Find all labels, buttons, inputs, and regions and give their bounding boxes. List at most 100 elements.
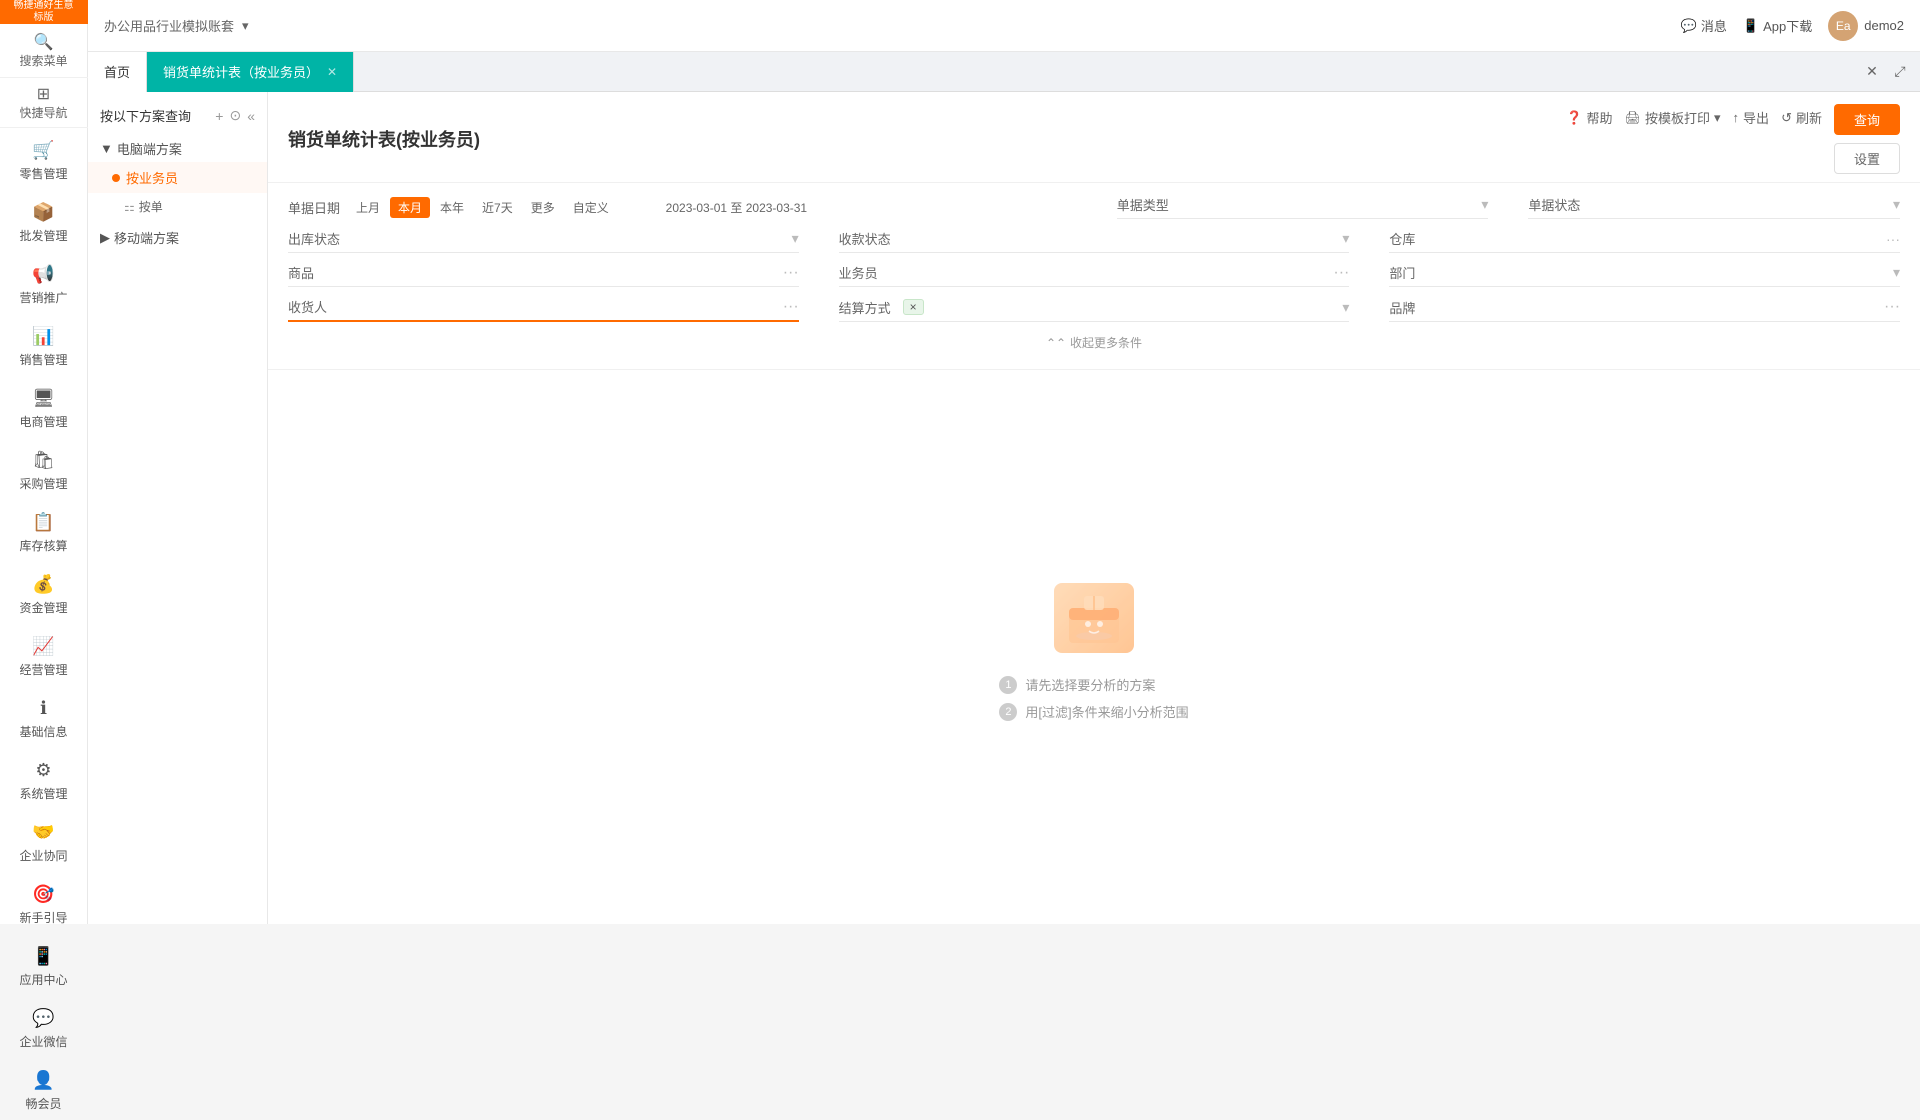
collapse-scheme-icon[interactable]: « bbox=[247, 108, 255, 124]
department-arrow-icon[interactable]: ▾ bbox=[1893, 264, 1900, 281]
help-label: 帮助 bbox=[1586, 108, 1612, 127]
export-button[interactable]: ↑ 导出 bbox=[1733, 108, 1770, 127]
receiver-dots-icon[interactable]: ··· bbox=[783, 298, 799, 316]
sidebar-item-营销推广[interactable]: 📢营销推广 bbox=[0, 252, 88, 314]
sidebar-quicknav[interactable]: ⊞ 快捷导航 bbox=[0, 78, 88, 128]
sidebar-item-系统管理[interactable]: ⚙系统管理 bbox=[0, 748, 88, 810]
sidebar-icon-10: ⚙ bbox=[35, 760, 51, 781]
date-tab-1[interactable]: 本月 bbox=[390, 197, 430, 218]
salesperson-label: 业务员 bbox=[839, 263, 899, 282]
date-tab-5[interactable]: 自定义 bbox=[565, 197, 617, 218]
sidebar-item-库存核算[interactable]: 📋库存核算 bbox=[0, 500, 88, 562]
sidebar-label-12: 新手引导 bbox=[19, 909, 67, 926]
settlement-tag[interactable]: × bbox=[903, 299, 924, 315]
username-label: demo2 bbox=[1864, 18, 1904, 33]
tab-home[interactable]: 首页 bbox=[88, 52, 147, 92]
sidebar-item-企业微信[interactable]: 💬 企业微信 bbox=[0, 996, 88, 1058]
tab-bar: 首页 销货单统计表（按业务员） ✕ ✕ ⤢ bbox=[88, 52, 1920, 92]
sidebar-item-电商管理[interactable]: 🖥电商管理 bbox=[0, 376, 88, 438]
filter-area: 单据日期 上月本月本年近7天更多自定义 2023-03-01 至 2023-03… bbox=[268, 183, 1920, 370]
sidebar-item-基础信息[interactable]: ℹ基础信息 bbox=[0, 686, 88, 748]
sidebar-item-经营管理[interactable]: 📈经营管理 bbox=[0, 624, 88, 686]
app-download-button[interactable]: 📱 App下载 bbox=[1743, 16, 1812, 35]
add-scheme-icon[interactable]: + bbox=[215, 108, 223, 124]
sidebar-label-15: 畅会员 bbox=[25, 1095, 61, 1112]
collapse-label: 收起更多条件 bbox=[1070, 334, 1142, 351]
sidebar-item-批发管理[interactable]: 📦批发管理 bbox=[0, 190, 88, 252]
payment-status-value: ▾ bbox=[899, 230, 1350, 247]
sidebar-item-企业协同[interactable]: 🤝企业协同 bbox=[0, 810, 88, 872]
date-tab-3[interactable]: 近7天 bbox=[474, 197, 521, 218]
sidebar-label-3: 销售管理 bbox=[19, 351, 67, 368]
message-button[interactable]: 💬 消息 bbox=[1681, 16, 1727, 35]
sidebar-icon-14: 💬 bbox=[32, 1008, 54, 1029]
payment-status-label: 收款状态 bbox=[839, 229, 899, 248]
department-value: ▾ bbox=[1449, 264, 1900, 281]
mobile-scheme-arrow-icon: ▶ bbox=[100, 230, 110, 246]
right-panel: 销货单统计表(按业务员) ❓ 帮助 🖨 按模板打印 ▾ bbox=[268, 92, 1920, 924]
sidebar-item-零售管理[interactable]: 🛒零售管理 bbox=[0, 128, 88, 190]
tab-sales-stats[interactable]: 销货单统计表（按业务员） ✕ bbox=[147, 52, 354, 92]
sidebar-item-销售管理[interactable]: 📊销售管理 bbox=[0, 314, 88, 376]
breadcrumb-arrow-icon[interactable]: ▾ bbox=[242, 18, 249, 34]
doc-status-filter: 单据状态 ▾ bbox=[1528, 195, 1900, 219]
brand-value: ··· bbox=[1449, 298, 1900, 316]
sidebar-item-采购管理[interactable]: 🛍采购管理 bbox=[0, 438, 88, 500]
sidebar-search[interactable]: 🔍 搜索菜单 bbox=[0, 24, 88, 78]
scheme-panel: 按以下方案查询 + ⊙ « ▼ 电脑端方案 按业务员 bbox=[88, 92, 268, 924]
tab-expand-button[interactable]: ⤢ bbox=[1888, 60, 1912, 84]
brand-dots-icon[interactable]: ··· bbox=[1884, 298, 1900, 316]
tip-1-text: 请先选择要分析的方案 bbox=[1025, 675, 1155, 694]
template-print-button[interactable]: 🖨 按模板打印 ▾ bbox=[1624, 108, 1720, 127]
date-tab-4[interactable]: 更多 bbox=[523, 197, 563, 218]
sidebar-icon-8: 📈 bbox=[32, 636, 54, 657]
desktop-scheme-header[interactable]: ▼ 电脑端方案 bbox=[88, 135, 267, 162]
sidebar-icon-5: 🛍 bbox=[32, 450, 55, 471]
tab-close-icon[interactable]: ✕ bbox=[327, 65, 337, 79]
settings-button[interactable]: 设置 bbox=[1834, 143, 1900, 174]
filter-row-1: 出库状态 ▾ 收款状态 ▾ bbox=[288, 229, 1900, 253]
refresh-button[interactable]: ↺ 刷新 bbox=[1781, 108, 1822, 127]
date-tab-0[interactable]: 上月 bbox=[348, 197, 388, 218]
settings-scheme-icon[interactable]: ⊙ bbox=[229, 107, 241, 124]
settlement-arrow-icon[interactable]: ▾ bbox=[1342, 299, 1349, 316]
user-menu[interactable]: Ea demo2 bbox=[1828, 11, 1904, 41]
scheme-sub-item[interactable]: ⚏ 按单 bbox=[88, 193, 267, 220]
salesperson-dots-icon[interactable]: ··· bbox=[1333, 264, 1349, 282]
collapse-button[interactable]: ⌃⌃ 收起更多条件 bbox=[1046, 334, 1142, 351]
help-button[interactable]: ❓ 帮助 bbox=[1566, 108, 1612, 127]
sidebar-item-应用中心[interactable]: 📱应用中心 bbox=[0, 934, 88, 996]
empty-tip-2: 2 用[过滤]条件来缩小分析范围 bbox=[999, 702, 1188, 721]
query-button[interactable]: 查询 bbox=[1834, 104, 1900, 135]
doc-type-label: 单据类型 bbox=[1117, 195, 1177, 214]
mobile-scheme-header[interactable]: ▶ 移动端方案 bbox=[88, 224, 267, 251]
sidebar-label-14: 企业微信 bbox=[19, 1033, 67, 1050]
sidebar-label-1: 批发管理 bbox=[19, 227, 67, 244]
page-action-buttons: ❓ 帮助 🖨 按模板打印 ▾ ↑ 导出 bbox=[1566, 104, 1822, 127]
date-filter-label: 单据日期 bbox=[288, 198, 348, 217]
date-tabs: 上月本月本年近7天更多自定义 bbox=[348, 197, 658, 218]
export-icon: ↑ bbox=[1733, 110, 1740, 125]
sidebar-icon-13: 📱 bbox=[32, 946, 54, 967]
out-status-arrow-icon[interactable]: ▾ bbox=[792, 230, 799, 247]
out-status-filter: 出库状态 ▾ bbox=[288, 229, 799, 253]
sidebar-item-新手引导[interactable]: 🎯新手引导 bbox=[0, 872, 88, 934]
doc-status-arrow-icon[interactable]: ▾ bbox=[1893, 196, 1900, 213]
sidebar-icon-2: 📢 bbox=[32, 264, 54, 285]
message-icon: 💬 bbox=[1681, 18, 1697, 34]
brand-label: 品牌 bbox=[1389, 298, 1449, 317]
department-filter: 部门 ▾ bbox=[1389, 263, 1900, 287]
date-tab-2[interactable]: 本年 bbox=[432, 197, 472, 218]
sidebar-item-资金管理[interactable]: 💰资金管理 bbox=[0, 562, 88, 624]
sidebar-item-畅会员[interactable]: 👤畅会员 bbox=[0, 1058, 88, 1120]
header-right-actions: 💬 消息 📱 App下载 Ea demo2 bbox=[1681, 11, 1904, 41]
payment-status-arrow-icon[interactable]: ▾ bbox=[1342, 230, 1349, 247]
goods-dots-icon[interactable]: ··· bbox=[783, 264, 799, 282]
content-area: 按以下方案查询 + ⊙ « ▼ 电脑端方案 按业务员 bbox=[88, 92, 1920, 924]
tag-x-icon[interactable]: × bbox=[910, 300, 917, 314]
tab-sales-stats-label: 销货单统计表（按业务员） bbox=[163, 62, 319, 81]
sidebar-icon-7: 💰 bbox=[32, 574, 54, 595]
doc-type-arrow-icon[interactable]: ▾ bbox=[1481, 196, 1488, 213]
scheme-item-salesperson[interactable]: 按业务员 bbox=[88, 162, 267, 193]
tab-close-window-button[interactable]: ✕ bbox=[1860, 60, 1884, 84]
